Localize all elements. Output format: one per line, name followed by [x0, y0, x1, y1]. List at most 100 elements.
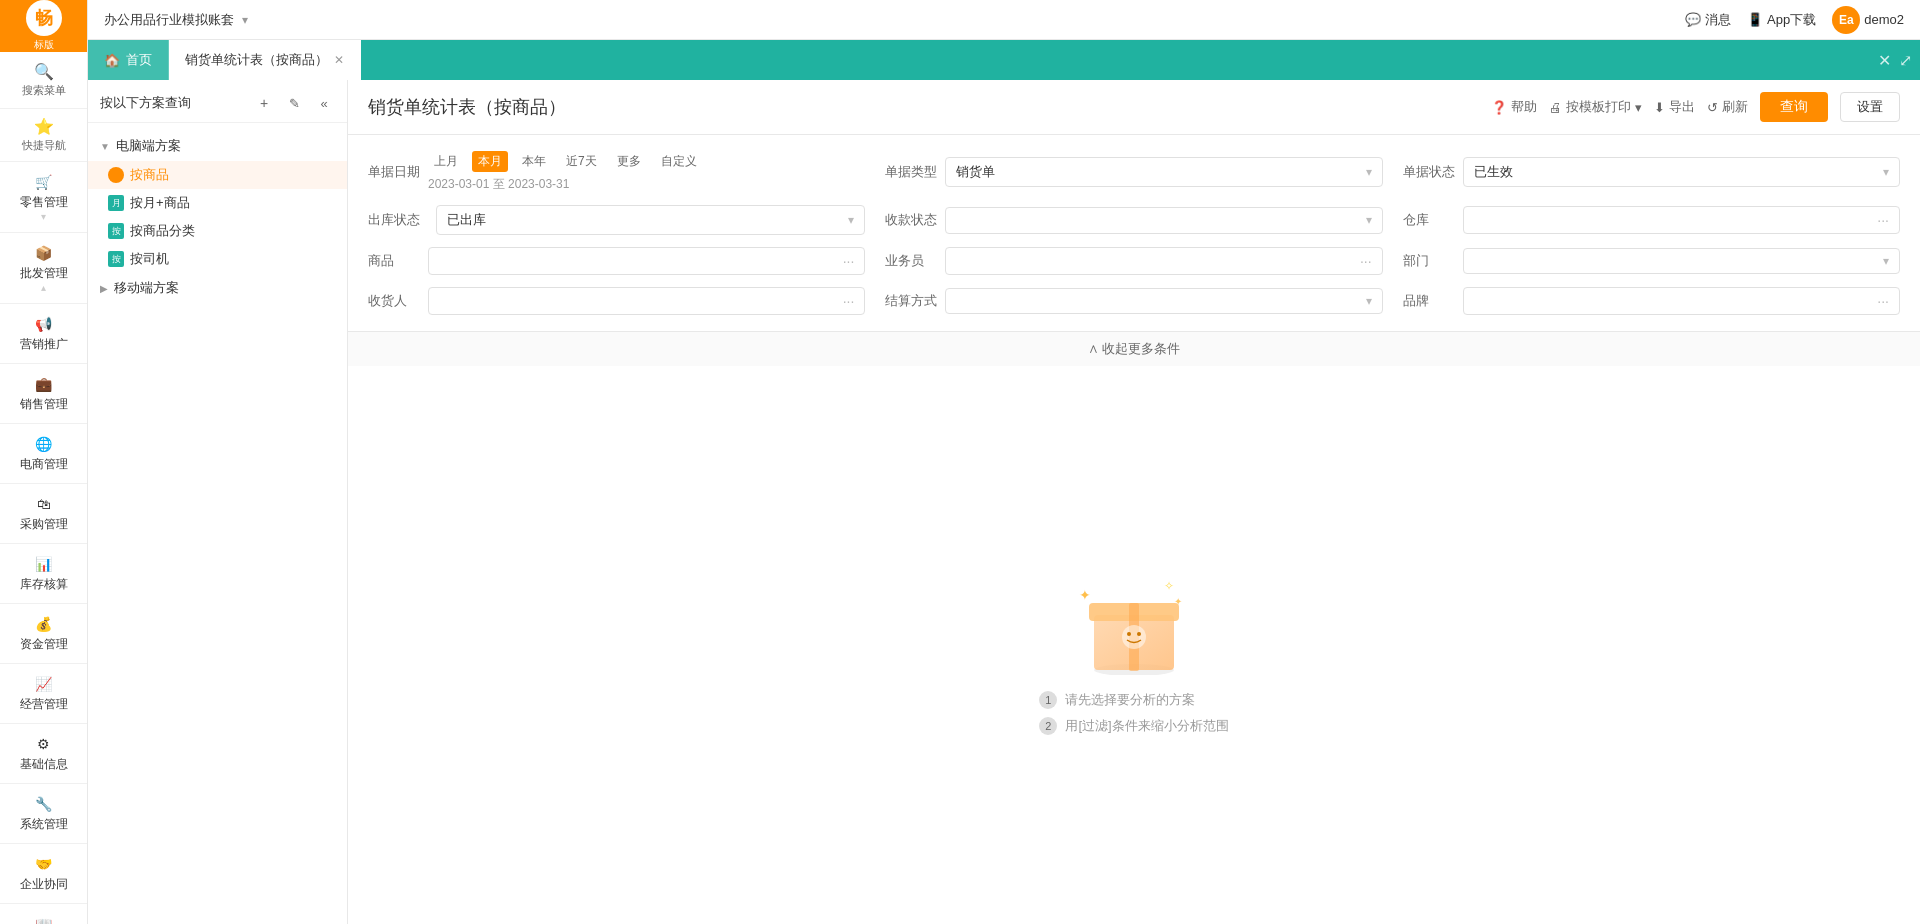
warehouse-control[interactable]: ··· — [1463, 206, 1900, 234]
department-select[interactable]: ▾ — [1463, 248, 1900, 274]
category-icon: 按 — [108, 223, 124, 239]
payment-status-control[interactable]: ▾ — [945, 207, 1382, 234]
brand-input[interactable]: ··· — [1463, 287, 1900, 315]
settlement-chevron-icon: ▾ — [1366, 294, 1372, 308]
date-btn-current-month[interactable]: 本月 — [472, 151, 508, 172]
query-button[interactable]: 查询 — [1760, 92, 1828, 122]
tab-maximize-icon[interactable]: ⤢ — [1899, 51, 1912, 70]
svg-point-5 — [1127, 632, 1131, 636]
sidebar-quick-nav[interactable]: ⭐ 快捷导航 — [0, 109, 87, 162]
topbar-dropdown-icon[interactable]: ▾ — [242, 13, 248, 27]
receiver-control[interactable]: ··· — [428, 287, 865, 315]
tab-close-icon[interactable]: ✕ — [334, 53, 344, 67]
collapse-panel-button[interactable]: « — [313, 92, 335, 114]
brand-more-icon[interactable]: ··· — [1877, 293, 1889, 309]
sidebar-item-base[interactable]: ⚙ 基础信息 — [0, 724, 87, 784]
receiver-more-icon[interactable]: ··· — [843, 293, 855, 309]
template-print-button[interactable]: 🖨 按模板打印 ▾ — [1549, 98, 1642, 116]
receiver-label: 收货人 — [368, 292, 428, 310]
finance-icon: 💰 — [34, 614, 54, 634]
sidebar-search[interactable]: 🔍 搜索菜单 — [0, 52, 87, 109]
sidebar-item-enterprise[interactable]: 🤝 企业协同 — [0, 844, 87, 904]
tree-expand-icon: ▼ — [100, 141, 110, 152]
tab-home[interactable]: 🏠 首页 — [88, 40, 169, 80]
doc-status-control[interactable]: 已生效 ▾ — [1463, 157, 1900, 187]
settlement-control[interactable]: ▾ — [945, 288, 1382, 314]
product-input[interactable]: ··· — [428, 247, 865, 275]
tree-desktop-section[interactable]: ▼ 电脑端方案 — [88, 131, 347, 161]
edit-scheme-button[interactable]: ✎ — [283, 92, 305, 114]
tree-item-by-month-product[interactable]: 月 按月+商品 — [88, 189, 347, 217]
product-control[interactable]: ··· — [428, 247, 865, 275]
home-icon: 🏠 — [104, 53, 120, 68]
receiver-input[interactable]: ··· — [428, 287, 865, 315]
add-scheme-button[interactable]: + — [253, 92, 275, 114]
settlement-select[interactable]: ▾ — [945, 288, 1382, 314]
svg-point-4 — [1122, 625, 1146, 649]
payment-status-select[interactable]: ▾ — [945, 207, 1382, 234]
doc-type-select[interactable]: 销货单 ▾ — [945, 157, 1382, 187]
date-btn-custom[interactable]: 自定义 — [655, 151, 703, 172]
sidebar-item-system[interactable]: 🔧 系统管理 — [0, 784, 87, 844]
topbar: 办公用品行业模拟账套 ▾ 💬 消息 📱 App下载 Ea demo2 — [88, 0, 1920, 40]
product-more-icon[interactable]: ··· — [843, 253, 855, 269]
scheme-tree: ▼ 电脑端方案 按商品 月 按月+商品 按 按商品分类 按 — [88, 123, 347, 311]
sidebar-item-retail[interactable]: 🛒 零售管理 ▾ — [0, 162, 87, 233]
warehouse-input[interactable]: ··· — [1463, 206, 1900, 234]
department-control[interactable]: ▾ — [1463, 248, 1900, 274]
topbar-app-download[interactable]: 📱 App下载 — [1747, 11, 1816, 29]
sidebar-item-guide[interactable]: 📖 新手引导 — [0, 904, 87, 924]
page-title-bar: 销货单统计表（按商品） ❓ 帮助 🖨 按模板打印 ▾ ⬇ 导出 — [348, 80, 1920, 135]
system-icon: 🔧 — [34, 794, 54, 814]
tree-item-by-product[interactable]: 按商品 — [88, 161, 347, 189]
tree-item-by-category[interactable]: 按 按商品分类 — [88, 217, 347, 245]
sidebar-item-finance[interactable]: 💰 资金管理 — [0, 604, 87, 664]
tree-mobile-section[interactable]: ▶ 移动端方案 — [88, 273, 347, 303]
sidebar-item-wholesale[interactable]: 📦 批发管理 ▴ — [0, 233, 87, 304]
tree-item-by-driver[interactable]: 按 按司机 — [88, 245, 347, 273]
date-btn-more[interactable]: 更多 — [611, 151, 647, 172]
sidebar-item-operation[interactable]: 📈 经营管理 — [0, 664, 87, 724]
quick-nav-label: 快捷导航 — [0, 138, 87, 153]
export-button[interactable]: ⬇ 导出 — [1654, 98, 1695, 116]
tab-close-window-icon[interactable]: ✕ — [1878, 51, 1891, 70]
guide-icon: 📖 — [34, 914, 54, 924]
brand-control[interactable]: ··· — [1463, 287, 1900, 315]
sidebar-item-ecommerce[interactable]: 🌐 电商管理 — [0, 424, 87, 484]
right-panel: 销货单统计表（按商品） ❓ 帮助 🖨 按模板打印 ▾ ⬇ 导出 — [348, 80, 1920, 924]
sidebar-item-purchase[interactable]: 🛍 采购管理 — [0, 484, 87, 544]
warehouse-more-icon[interactable]: ··· — [1877, 212, 1889, 228]
filter-product-field: 商品 ··· — [368, 247, 865, 275]
date-label: 单据日期 — [368, 163, 428, 181]
tab-sales-stat[interactable]: 销货单统计表（按商品） ✕ — [169, 40, 361, 80]
sidebar-item-marketing[interactable]: 📢 营销推广 — [0, 304, 87, 364]
message-icon: 💬 — [1685, 12, 1701, 27]
sidebar-item-inventory[interactable]: 📊 库存核算 — [0, 544, 87, 604]
filter-form: 单据日期 上月 本月 本年 近7天 更多 自定义 2023-03-01 至 20… — [348, 135, 1920, 332]
filter-row-4: 收货人 ··· 结算方式 — [368, 287, 1900, 315]
logo-icon: 畅 — [26, 0, 62, 36]
help-button[interactable]: ❓ 帮助 — [1491, 98, 1537, 116]
doc-status-select[interactable]: 已生效 ▾ — [1463, 157, 1900, 187]
warehouse-status-select[interactable]: 已出库 ▾ — [436, 205, 865, 235]
avatar: Ea — [1832, 6, 1860, 34]
salesperson-more-icon[interactable]: ··· — [1360, 253, 1372, 269]
doc-type-control[interactable]: 销货单 ▾ — [945, 157, 1382, 187]
operation-icon: 📈 — [34, 674, 54, 694]
warehouse-status-control[interactable]: 已出库 ▾ — [436, 205, 865, 235]
settings-button[interactable]: 设置 — [1840, 92, 1900, 122]
main-area: 办公用品行业模拟账套 ▾ 💬 消息 📱 App下载 Ea demo2 🏠 首页 … — [88, 0, 1920, 924]
sidebar-item-sales[interactable]: 💼 销售管理 — [0, 364, 87, 424]
date-btn-this-year[interactable]: 本年 — [516, 151, 552, 172]
date-btn-7days[interactable]: 近7天 — [560, 151, 603, 172]
app-logo[interactable]: 畅 标版 — [0, 0, 87, 52]
refresh-button[interactable]: ↺ 刷新 — [1707, 98, 1748, 116]
salesperson-input[interactable]: ··· — [945, 247, 1382, 275]
topbar-message[interactable]: 💬 消息 — [1685, 11, 1731, 29]
collapse-bar[interactable]: ∧ 收起更多条件 — [348, 332, 1920, 366]
date-btn-last-month[interactable]: 上月 — [428, 151, 464, 172]
salesperson-control[interactable]: ··· — [945, 247, 1382, 275]
empty-box-svg: ✦ ✦ ✧ — [1074, 575, 1194, 675]
content-area: 按以下方案查询 + ✎ « ▼ 电脑端方案 按商品 — [88, 80, 1920, 924]
topbar-user[interactable]: Ea demo2 — [1832, 6, 1904, 34]
